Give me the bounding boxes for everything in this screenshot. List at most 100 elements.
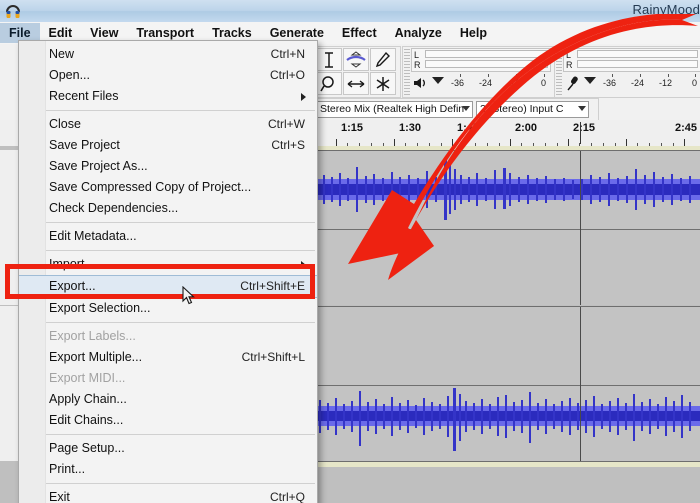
- menu-item-accel: Ctrl+W: [268, 117, 305, 131]
- audacity-window: RainyMood File Edit View Transport Track…: [0, 0, 700, 503]
- waveform-svg: [313, 307, 700, 384]
- waveform-svg: [313, 386, 700, 461]
- meter-bar-r: [425, 60, 548, 68]
- microphone-icon[interactable]: [564, 74, 582, 97]
- ruler-label: 1:30: [399, 122, 422, 134]
- ruler-label: 1:15: [341, 122, 364, 134]
- menu-item-label: Edit Metadata...: [49, 229, 137, 243]
- left-right-arrow-icon: [344, 75, 368, 93]
- input-device-select[interactable]: Stereo Mix (Realtek High Defin: [316, 101, 473, 118]
- track-playhead: [580, 307, 581, 461]
- recording-meter-dropdown-arrow[interactable]: [584, 77, 596, 84]
- menu-item-recent-files[interactable]: Recent Files: [19, 86, 317, 107]
- meter-scale-label: -24: [631, 78, 645, 88]
- menu-item-label: Save Project: [49, 138, 120, 152]
- meter-tick: [516, 74, 517, 77]
- playback-meter-toolbar[interactable]: L R -36 -24 -12 0: [402, 46, 556, 98]
- menu-item-page-setup[interactable]: Page Setup...: [19, 438, 317, 459]
- draw-tool-button[interactable]: [370, 48, 396, 71]
- menu-item-save-compressed-copy[interactable]: Save Compressed Copy of Project...: [19, 177, 317, 198]
- pencil-icon: [371, 51, 395, 69]
- meter-scale-label: 0: [692, 78, 698, 88]
- waveform-svg: [313, 151, 700, 228]
- waveform-channel-right[interactable]: [313, 385, 700, 461]
- meter-tick: [544, 74, 545, 77]
- menu-item-save-project-as[interactable]: Save Project As...: [19, 156, 317, 177]
- waveform-channel-left[interactable]: [313, 151, 700, 228]
- menu-item-accel: Ctrl+Q: [269, 490, 305, 503]
- meter-scale-label: -24: [479, 78, 493, 88]
- menu-item-export[interactable]: Export... Ctrl+Shift+E: [19, 275, 317, 298]
- menu-separator: [21, 222, 315, 223]
- menu-analyze[interactable]: Analyze: [386, 23, 451, 43]
- i-beam-icon: [317, 51, 341, 69]
- menu-item-import[interactable]: Import: [19, 254, 317, 275]
- menu-item-label: Export Labels...: [49, 329, 136, 343]
- menu-item-edit-chains[interactable]: Edit Chains...: [19, 410, 317, 431]
- meter-scale-label: -12: [507, 78, 521, 88]
- menu-item-label: Open...: [49, 68, 90, 82]
- meter-tick: [640, 74, 641, 77]
- title-bar: RainyMood: [0, 0, 700, 23]
- menu-separator: [21, 250, 315, 251]
- device-toolbar: Stereo Mix (Realtek High Defin 2 (Stereo…: [307, 98, 599, 121]
- menu-item-label: Export MIDI...: [49, 371, 126, 385]
- menu-item-check-dependencies[interactable]: Check Dependencies...: [19, 198, 317, 219]
- toolbar-grip[interactable]: [556, 49, 562, 95]
- menu-item-edit-metadata[interactable]: Edit Metadata...: [19, 226, 317, 247]
- timeshift-tool-button[interactable]: [343, 72, 369, 95]
- menu-item-save-project[interactable]: Save Project Ctrl+S: [19, 135, 317, 156]
- menu-help[interactable]: Help: [451, 23, 496, 43]
- menu-item-label: Export Selection...: [49, 301, 151, 315]
- menu-item-accel: Ctrl+Shift+E: [240, 279, 305, 293]
- meter-scale-label: -36: [603, 78, 617, 88]
- menu-item-close[interactable]: Close Ctrl+W: [19, 114, 317, 135]
- zoom-tool-button[interactable]: [316, 72, 342, 95]
- menu-item-exit[interactable]: Exit Ctrl+Q: [19, 487, 317, 503]
- menu-item-apply-chain[interactable]: Apply Chain...: [19, 389, 317, 410]
- playback-meter[interactable]: L R: [411, 48, 551, 72]
- menu-item-label: Export...: [49, 279, 96, 293]
- selection-tool-button[interactable]: [316, 48, 342, 71]
- multi-tool-button[interactable]: [370, 72, 396, 95]
- waveform-channel-left[interactable]: [313, 307, 700, 384]
- menu-item-print[interactable]: Print...: [19, 459, 317, 480]
- speaker-icon[interactable]: [412, 74, 430, 97]
- meter-tick: [695, 74, 696, 77]
- menu-item-label: Edit Chains...: [49, 413, 124, 427]
- menu-item-open[interactable]: Open... Ctrl+O: [19, 65, 317, 86]
- audacity-headphones-icon: [5, 3, 21, 19]
- menu-effect[interactable]: Effect: [333, 23, 386, 43]
- waveform-channel-right[interactable]: [313, 229, 700, 305]
- menu-item-export-selection[interactable]: Export Selection...: [19, 298, 317, 319]
- menu-item-label: Export Multiple...: [49, 350, 143, 364]
- menu-item-export-multiple[interactable]: Export Multiple... Ctrl+Shift+L: [19, 347, 317, 368]
- envelope-tool-button[interactable]: [343, 48, 369, 71]
- menu-item-accel: Ctrl+N: [270, 47, 305, 61]
- chevron-down-icon: [462, 106, 470, 111]
- menu-item-label: Close: [49, 117, 81, 131]
- menu-item-label: Print...: [49, 462, 86, 476]
- menu-separator: [21, 110, 315, 111]
- waveform-svg: [313, 230, 700, 305]
- meter-bar-r: [577, 60, 698, 68]
- menu-item-label: Page Setup...: [49, 441, 125, 455]
- menu-item-new[interactable]: New Ctrl+N: [19, 44, 317, 65]
- menu-item-label: Apply Chain...: [49, 392, 127, 406]
- menu-item-export-labels: Export Labels...: [19, 326, 317, 347]
- window-title: RainyMood: [632, 2, 700, 17]
- menu-item-accel: Ctrl+Shift+L: [241, 350, 305, 364]
- toolbar-grip[interactable]: [404, 49, 410, 95]
- track-waveform[interactable]: [313, 150, 700, 305]
- submenu-arrow-icon: [301, 93, 306, 101]
- recording-meter-toolbar[interactable]: L R -36 -24 -12 0: [554, 46, 700, 98]
- file-dropdown-menu[interactable]: New Ctrl+N Open... Ctrl+O Recent Files C…: [18, 40, 318, 503]
- playback-meter-dropdown-arrow[interactable]: [432, 77, 444, 84]
- menu-separator: [21, 483, 315, 484]
- input-channels-value: 2 (Stereo) Input C: [480, 103, 564, 115]
- menu-separator: [21, 322, 315, 323]
- menu-separator: [21, 434, 315, 435]
- recording-meter[interactable]: L R: [563, 48, 700, 72]
- track-waveform[interactable]: [313, 306, 700, 461]
- input-channels-select[interactable]: 2 (Stereo) Input C: [476, 101, 589, 118]
